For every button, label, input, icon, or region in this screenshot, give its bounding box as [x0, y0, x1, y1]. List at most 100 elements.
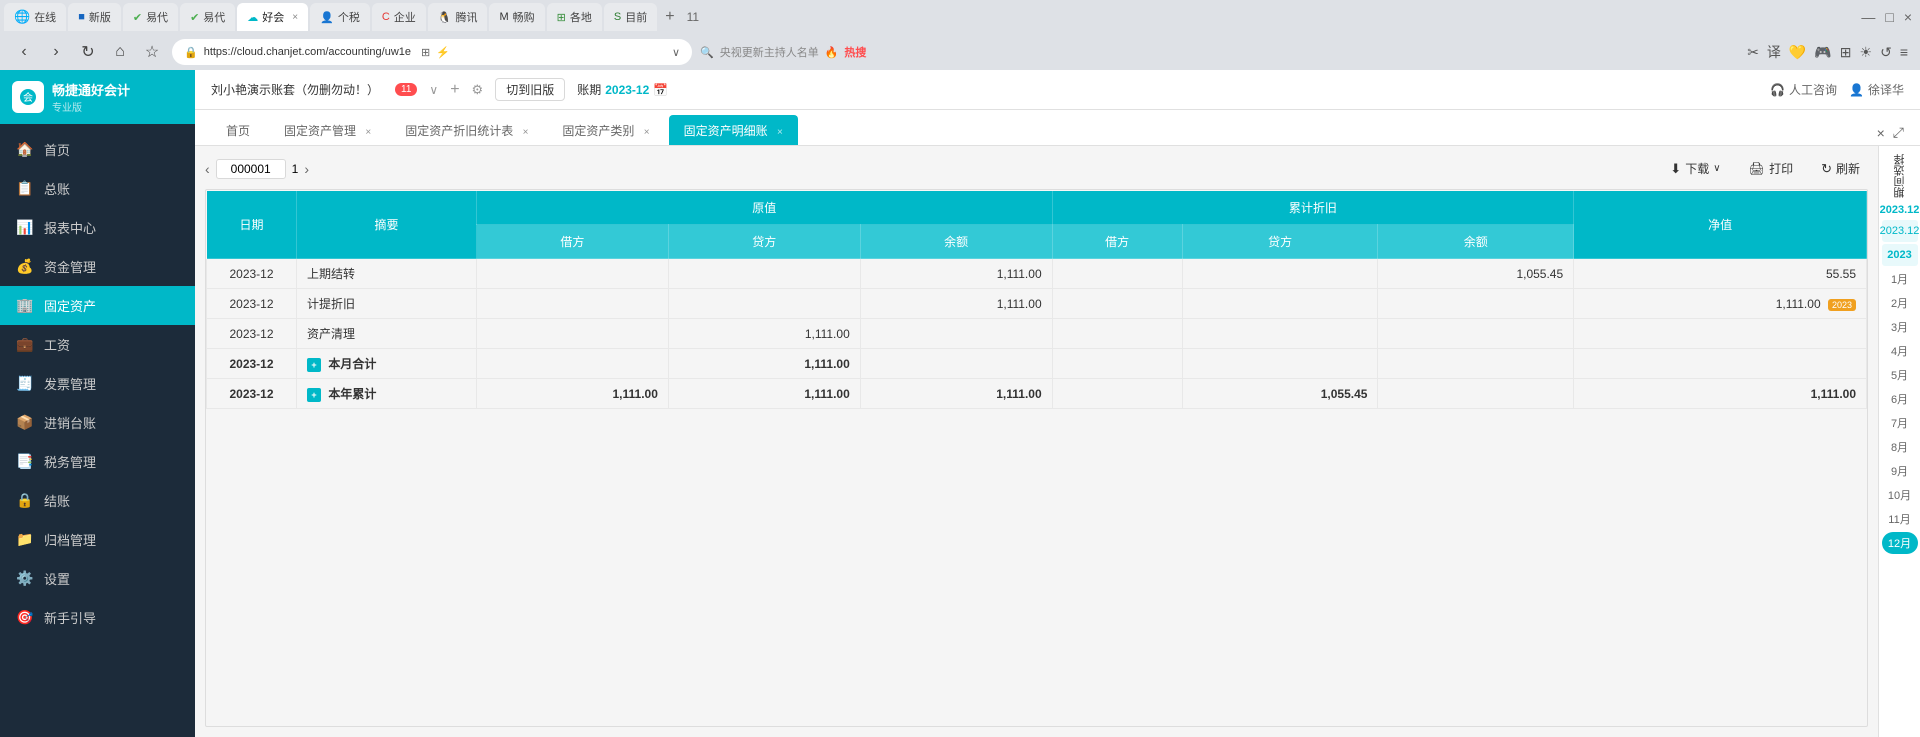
month-item-11[interactable]: 11月: [1882, 508, 1918, 530]
forward-button[interactable]: ›: [44, 40, 68, 64]
cell-orig-balance: 1,111.00: [860, 259, 1052, 289]
sidebar-item-fixed-assets[interactable]: 🏢 固定资产: [0, 286, 195, 325]
browser-tab-yidai1[interactable]: ✔ 易代: [123, 3, 178, 31]
tab-close-4[interactable]: ×: [777, 127, 783, 138]
cell-net-value: 55.55: [1574, 259, 1867, 289]
switch-version-button[interactable]: 切到旧版: [495, 78, 565, 101]
period-select-label: 期间选择: [1892, 154, 1908, 198]
game-icon[interactable]: 🎮: [1814, 44, 1831, 61]
home-button[interactable]: ⌂: [108, 40, 132, 64]
browser-tab-mq[interactable]: S 目前: [604, 3, 657, 31]
tab-fixed-asset-category[interactable]: 固定资产类别 ×: [547, 115, 664, 145]
month-item-2023-selected[interactable]: 2023: [1882, 244, 1918, 266]
add-icon[interactable]: +: [450, 81, 459, 99]
sidebar-item-tax[interactable]: 📑 税务管理: [0, 442, 195, 481]
bookmark-button[interactable]: ☆: [140, 40, 164, 64]
notification-badge: 11: [395, 83, 417, 96]
next-page-button[interactable]: ›: [304, 161, 309, 177]
month-item-5[interactable]: 5月: [1882, 364, 1918, 386]
tab-fixed-asset-ledger[interactable]: 固定资产明细账 ×: [669, 115, 798, 145]
cell-net-value: 1,111.00 2023: [1574, 289, 1867, 319]
tab-close-2[interactable]: ×: [523, 127, 529, 138]
month-item-6[interactable]: 6月: [1882, 388, 1918, 410]
browser-tab-close[interactable]: ×: [292, 12, 298, 23]
summary-icon: +: [307, 388, 321, 402]
sidebar-item-close[interactable]: 🔒 结账: [0, 481, 195, 520]
url-dropdown-icon[interactable]: ∨: [672, 46, 680, 59]
sidebar-item-invoice[interactable]: 🧾 发票管理: [0, 364, 195, 403]
month-item-8[interactable]: 8月: [1882, 436, 1918, 458]
help-button[interactable]: 🎧 人工咨询: [1770, 81, 1837, 98]
month-item-1[interactable]: 1月: [1882, 268, 1918, 290]
sidebar-item-home[interactable]: 🏠 首页: [0, 130, 195, 169]
cell-dep-debit: [1052, 379, 1182, 409]
browser-tab-active[interactable]: ☁ 好会 ×: [237, 3, 308, 31]
tab-close-1[interactable]: ×: [365, 127, 371, 138]
browser-tab-tax[interactable]: 👤 个税: [310, 3, 370, 31]
month-item-9[interactable]: 9月: [1882, 460, 1918, 482]
browser-tab-yidai2[interactable]: ✔ 易代: [180, 3, 235, 31]
brightness-icon[interactable]: ☀: [1860, 44, 1873, 61]
back-button[interactable]: ‹: [12, 40, 36, 64]
print-button[interactable]: 🖨 打印: [1741, 156, 1802, 181]
close-button[interactable]: ×: [1900, 9, 1916, 25]
help-label: 人工咨询: [1789, 81, 1837, 98]
tab-count[interactable]: 11: [683, 10, 703, 24]
minimize-button[interactable]: —: [1857, 9, 1879, 25]
new-tab-button[interactable]: +: [659, 8, 680, 26]
sidebar-item-salary[interactable]: 💼 工资: [0, 325, 195, 364]
refresh-button[interactable]: ↻: [76, 40, 100, 64]
cell-orig-debit: [477, 259, 669, 289]
download-button[interactable]: ⬇ 下载 ∨: [1662, 156, 1728, 181]
month-item-2023-12-highlighted[interactable]: 2023.12: [1882, 220, 1918, 242]
sidebar-item-purchase[interactable]: 📦 进销台账: [0, 403, 195, 442]
logo-title: 畅捷通好会计: [52, 80, 130, 99]
sidebar-item-settings[interactable]: ⚙️ 设置: [0, 559, 195, 598]
scissors-icon[interactable]: ✂: [1747, 44, 1759, 61]
sidebar-item-fund[interactable]: 💰 资金管理: [0, 247, 195, 286]
cell-summary: 资产清理: [297, 319, 477, 349]
browser-tab-new[interactable]: ■ 新版: [68, 3, 121, 31]
page-close-button[interactable]: ×: [1877, 125, 1885, 141]
tab-home[interactable]: 首页: [211, 115, 265, 145]
grid-icon[interactable]: ⊞: [1840, 44, 1852, 61]
month-item-7[interactable]: 7月: [1882, 412, 1918, 434]
calendar-icon[interactable]: 📅: [653, 83, 668, 97]
sidebar-item-ledger[interactable]: 📋 总账: [0, 169, 195, 208]
browser-toolbar: ✂ 译 💛 🎮 ⊞ ☀ ↺ ≡: [1747, 42, 1908, 62]
browser-tab-enterprise[interactable]: C 企业: [372, 3, 426, 31]
refresh-button[interactable]: ↻ 刷新: [1813, 156, 1868, 181]
month-item-12[interactable]: 12月: [1882, 532, 1918, 554]
menu-icon[interactable]: ≡: [1900, 44, 1908, 60]
browser-tab-online[interactable]: 🌐 在线: [4, 3, 66, 31]
page-number-input[interactable]: [216, 159, 286, 179]
ssl-icon: 🔒: [184, 46, 198, 59]
user-button[interactable]: 👤 徐译华: [1849, 81, 1904, 98]
dropdown-icon[interactable]: ∨: [429, 83, 438, 97]
month-item-2[interactable]: 2月: [1882, 292, 1918, 314]
tab-fixed-asset-management[interactable]: 固定资产管理 ×: [269, 115, 386, 145]
translate-icon[interactable]: 译: [1767, 42, 1781, 62]
tab-close-3[interactable]: ×: [644, 127, 650, 138]
month-item-4[interactable]: 4月: [1882, 340, 1918, 362]
sidebar-item-report[interactable]: 📊 报表中心: [0, 208, 195, 247]
browser-tab-tencent[interactable]: 🐧 腾讯: [428, 3, 488, 31]
col-net-value: 净值: [1574, 191, 1867, 259]
tab-depreciation-stats[interactable]: 固定资产折旧统计表 ×: [390, 115, 543, 145]
sidebar-item-guide[interactable]: 🎯 新手引导: [0, 598, 195, 637]
table-row-monthly-total: 2023-12 + 本月合计 1,111.00: [207, 349, 1867, 379]
maximize-button[interactable]: □: [1881, 9, 1897, 25]
url-input[interactable]: 🔒 https://cloud.chanjet.com/accounting/u…: [172, 39, 692, 65]
month-item-3[interactable]: 3月: [1882, 316, 1918, 338]
download-dropdown-icon: ∨: [1713, 163, 1720, 174]
page-expand-button[interactable]: ⤢: [1893, 124, 1904, 141]
month-item-10[interactable]: 10月: [1882, 484, 1918, 506]
page-number-display: 1: [292, 162, 299, 176]
wallet-icon[interactable]: 💛: [1789, 44, 1806, 61]
browser-tab-chang[interactable]: M 畅购: [489, 3, 544, 31]
sidebar-item-archive[interactable]: 📁 归档管理: [0, 520, 195, 559]
prev-page-button[interactable]: ‹: [205, 161, 210, 177]
browser-tab-gedi[interactable]: ⊞ 各地: [547, 3, 602, 31]
settings-small-icon[interactable]: ⚙: [472, 82, 484, 98]
undo-icon[interactable]: ↺: [1880, 44, 1892, 61]
